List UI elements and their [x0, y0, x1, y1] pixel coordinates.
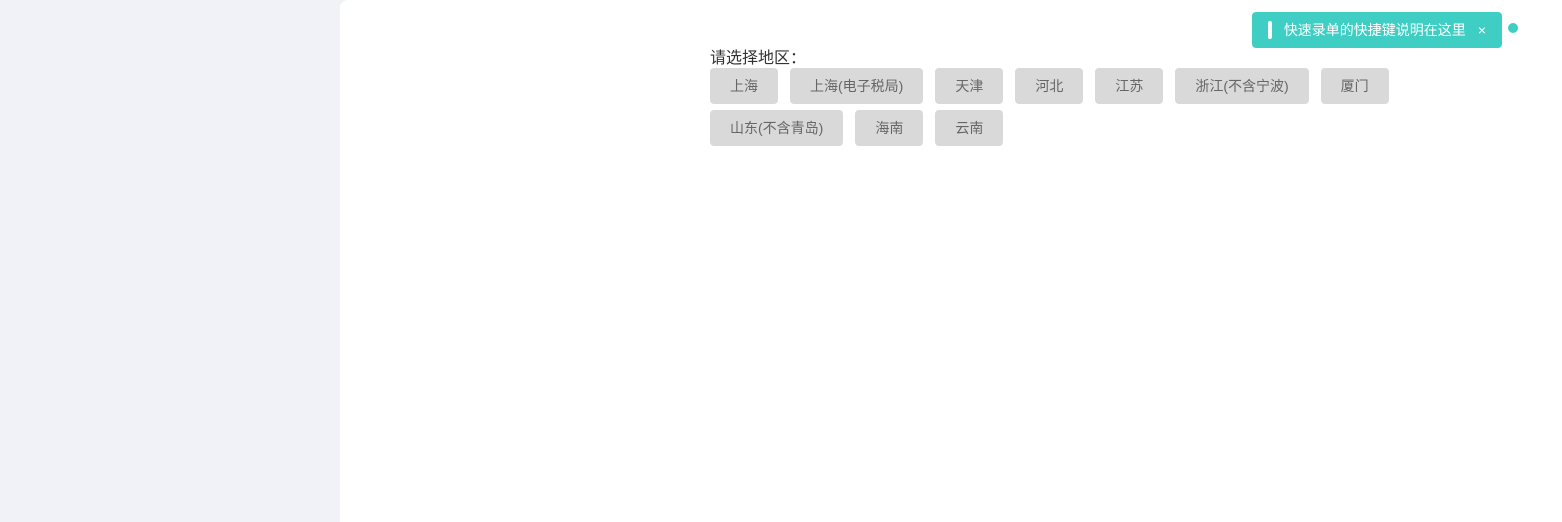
tooltip-text: 快速录单的快捷键说明在这里 — [1284, 20, 1466, 40]
tooltip-accent — [1268, 21, 1272, 39]
region-button[interactable]: 江苏 — [1095, 68, 1163, 104]
region-button[interactable]: 天津 — [935, 68, 1003, 104]
region-button[interactable]: 山东(不含青岛) — [710, 110, 843, 146]
region-button[interactable]: 上海(电子税局) — [790, 68, 923, 104]
region-buttons-row1: 上海上海(电子税局) 天津河北江苏浙江(不含宁波) 厦门 — [710, 68, 1389, 104]
region-buttons-row2: 山东(不含青岛) 海南云南 — [710, 110, 1003, 146]
region-button[interactable]: 云南 — [935, 110, 1003, 146]
tooltip-bar: 快速录单的快捷键说明在这里 × — [1252, 12, 1502, 48]
region-button[interactable]: 河北 — [1015, 68, 1083, 104]
region-button[interactable]: 浙江(不含宁波) — [1175, 68, 1308, 104]
page-label: 请选择地区： — [710, 44, 806, 68]
tooltip-dot — [1508, 23, 1518, 33]
sidebar — [0, 0, 340, 522]
main-content: 请选择地区： 上海上海(电子税局) 天津河北江苏浙江(不含宁波) 厦门 山东(不含青… — [340, 0, 1562, 522]
region-button[interactable]: 上海 — [710, 68, 778, 104]
region-button[interactable]: 海南 — [855, 110, 923, 146]
region-button[interactable]: 厦门 — [1321, 68, 1389, 104]
tooltip-close-button[interactable]: × — [1478, 22, 1486, 38]
